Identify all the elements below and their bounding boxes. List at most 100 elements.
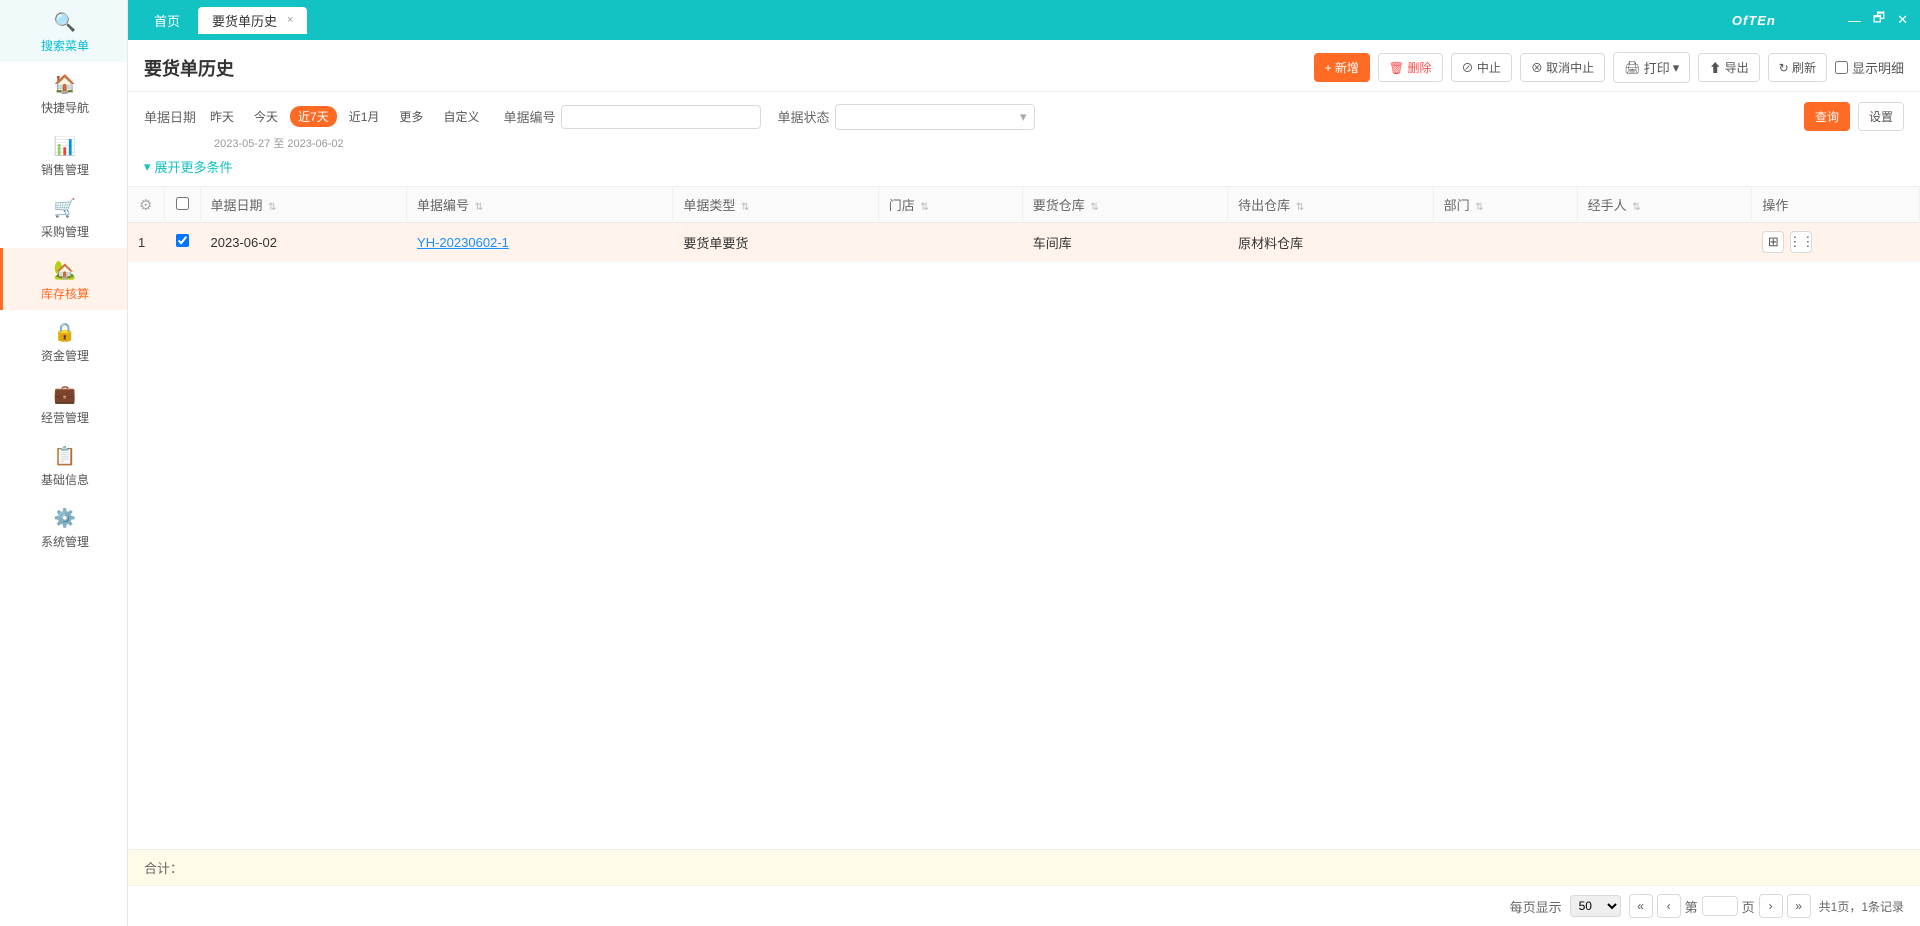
refresh-button[interactable]: ↻ 刷新 xyxy=(1768,53,1827,82)
row-dept xyxy=(1433,223,1577,262)
col-actions: 操作 xyxy=(1752,187,1920,223)
query-button[interactable]: 查询 xyxy=(1804,102,1850,131)
row-edit-btn[interactable]: ⊞ xyxy=(1762,231,1784,253)
delete-button[interactable]: 🗑 删除 xyxy=(1378,53,1443,82)
prev-page-btn[interactable]: ‹ xyxy=(1657,894,1681,918)
row-handler xyxy=(1577,223,1752,262)
sidebar-item-purchase[interactable]: 🛒采购管理 xyxy=(0,186,127,248)
purchase-label: 采购管理 xyxy=(41,223,89,240)
table-head: ⚙ 单据日期 ⇅ 单据编号 ⇅ 单据类型 ⇅ 门店 ⇅ 要货仓库 ⇅ 待出仓库 … xyxy=(128,187,1920,223)
row-more-btn[interactable]: ⋮⋮ xyxy=(1790,231,1812,253)
footer-total-label: 合计： xyxy=(144,861,183,876)
next-page-btn[interactable]: › xyxy=(1759,894,1783,918)
tab-active[interactable]: 要货单历史 × xyxy=(198,7,307,34)
sidebar-item-search-menu[interactable]: 🔍搜索菜单 xyxy=(0,0,127,62)
export-button[interactable]: ⬆ 导出 xyxy=(1698,53,1759,82)
data-table: ⚙ 单据日期 ⇅ 单据编号 ⇅ 单据类型 ⇅ 门店 ⇅ 要货仓库 ⇅ 待出仓库 … xyxy=(128,187,1920,262)
row-checkbox[interactable] xyxy=(176,234,189,247)
date-option-自定义[interactable]: 自定义 xyxy=(435,106,487,127)
restore-btn[interactable]: 🗗 xyxy=(1873,9,1885,31)
close-btn[interactable]: ✕ xyxy=(1897,12,1908,28)
page-input[interactable]: 1 xyxy=(1702,896,1738,916)
col-req-warehouse[interactable]: 要货仓库 ⇅ xyxy=(1022,187,1227,223)
inventory-label: 库存核算 xyxy=(41,285,89,302)
page-total: 共1页，1条记录 xyxy=(1819,898,1904,915)
table-area: ⚙ 单据日期 ⇅ 单据编号 ⇅ 单据类型 ⇅ 门店 ⇅ 要货仓库 ⇅ 待出仓库 … xyxy=(128,187,1920,849)
display-detail-label: 显示明细 xyxy=(1852,58,1904,77)
sort-store-icon: ⇅ xyxy=(920,202,928,213)
sidebar-item-finance[interactable]: 🔒资金管理 xyxy=(0,310,127,372)
topbar: 首页 要货单历史 × OfTEn — 🗗 ✕ xyxy=(128,0,1920,40)
status-label: 单据状态 xyxy=(777,107,829,126)
stop-button[interactable]: ⊘ 中止 xyxy=(1451,53,1512,82)
col-billno[interactable]: 单据编号 ⇅ xyxy=(407,187,673,223)
cancel-stop-button[interactable]: ⊗ 取消中止 xyxy=(1520,53,1605,82)
filter-area: 单据日期 昨天今天近7天近1月更多自定义 单据编号 单据状态 ▾ 查询 设置 xyxy=(128,92,1920,187)
toolbar: + 新增 🗑 删除 ⊘ 中止 ⊗ 取消中止 🖨 打印 ▾ ⬆ 导出 ↻ 刷新 显… xyxy=(1314,52,1904,83)
quick-nav-label: 快捷导航 xyxy=(41,99,89,116)
expand-icon: ▾ xyxy=(144,159,151,175)
status-select[interactable]: ▾ xyxy=(835,104,1035,130)
sidebar-item-base-info[interactable]: 📋 基础信息 xyxy=(0,434,127,496)
row-checkbox-cell xyxy=(164,223,200,262)
date-range-display: 2023-05-27 至 2023-06-02 xyxy=(214,138,344,150)
page-header: 要货单历史 + 新增 🗑 删除 ⊘ 中止 ⊗ 取消中止 🖨 打印 ▾ ⬆ 导出 … xyxy=(128,40,1920,92)
table-footer: 合计： xyxy=(128,849,1920,885)
col-store[interactable]: 门店 ⇅ xyxy=(878,187,1022,223)
date-option-昨天[interactable]: 昨天 xyxy=(202,106,242,127)
row-date: 2023-06-02 xyxy=(200,223,407,262)
settings-button[interactable]: 设置 xyxy=(1858,102,1904,131)
operations-label: 经营管理 xyxy=(41,409,89,426)
tab-home[interactable]: 首页 xyxy=(140,7,194,34)
page-label-after: 页 xyxy=(1742,897,1755,916)
date-option-更多[interactable]: 更多 xyxy=(391,106,431,127)
sidebar-item-quick-nav[interactable]: 🏠快捷导航 xyxy=(0,62,127,124)
col-handler[interactable]: 经手人 ⇅ xyxy=(1577,187,1752,223)
col-date[interactable]: 单据日期 ⇅ xyxy=(200,187,407,223)
row-actions: ⊞ ⋮⋮ xyxy=(1752,223,1920,262)
sidebar-item-operations[interactable]: 💼 经营管理 xyxy=(0,372,127,434)
col-dept[interactable]: 部门 ⇅ xyxy=(1433,187,1577,223)
table-header-row: ⚙ 单据日期 ⇅ 单据编号 ⇅ 单据类型 ⇅ 门店 ⇅ 要货仓库 ⇅ 待出仓库 … xyxy=(128,187,1920,223)
print-label: 打印 xyxy=(1644,58,1670,77)
operations-icon: 💼 xyxy=(54,384,76,405)
expand-label: 展开更多条件 xyxy=(155,157,233,176)
sort-handler-icon: ⇅ xyxy=(1632,202,1640,213)
select-all-checkbox[interactable] xyxy=(176,197,189,210)
filter-billno-group: 单据编号 xyxy=(503,105,761,129)
display-detail-checkbox[interactable] xyxy=(1835,61,1848,74)
sidebar-item-system[interactable]: ⚙️系统管理 xyxy=(0,496,127,558)
finance-label: 资金管理 xyxy=(41,347,89,364)
sidebar-item-inventory[interactable]: 🏡库存核算 xyxy=(0,248,127,310)
settings-cell: ⚙ xyxy=(128,187,164,223)
date-option-今天[interactable]: 今天 xyxy=(246,106,286,127)
base-info-label: 基础信息 xyxy=(41,471,89,488)
sort-date-icon: ⇅ xyxy=(268,202,276,213)
billno-input[interactable] xyxy=(561,105,761,129)
table-row: 1 2023-06-02 YH-20230602-1 要货单要货 车间库 原材料… xyxy=(128,223,1920,262)
col-billtype[interactable]: 单据类型 ⇅ xyxy=(673,187,878,223)
filter-row-1: 单据日期 昨天今天近7天近1月更多自定义 单据编号 单据状态 ▾ 查询 设置 xyxy=(144,102,1904,131)
col-pending-warehouse[interactable]: 待出仓库 ⇅ xyxy=(1228,187,1433,223)
page-size-select[interactable]: 50 100 200 xyxy=(1570,895,1621,917)
add-button[interactable]: + 新增 xyxy=(1314,53,1370,82)
pagination: 每页显示 50 100 200 « ‹ 第 1 页 › » 共1页，1条记录 xyxy=(128,885,1920,926)
minimize-btn[interactable]: — xyxy=(1848,13,1861,28)
first-page-btn[interactable]: « xyxy=(1629,894,1653,918)
sidebar-item-sales[interactable]: 📊销售管理 xyxy=(0,124,127,186)
display-detail-toggle[interactable]: 显示明细 xyxy=(1835,58,1904,77)
row-pending-warehouse: 原材料仓库 xyxy=(1228,223,1433,262)
sort-dept-icon: ⇅ xyxy=(1475,202,1483,213)
system-label: 系统管理 xyxy=(41,533,89,550)
print-button[interactable]: 🖨 打印 ▾ xyxy=(1613,52,1690,83)
tab-close-icon[interactable]: × xyxy=(287,14,293,26)
expand-more-btn[interactable]: ▾ 展开更多条件 xyxy=(144,157,1904,176)
table-settings-icon[interactable]: ⚙ xyxy=(139,197,152,214)
date-option-近7天[interactable]: 近7天 xyxy=(290,106,337,127)
last-page-btn[interactable]: » xyxy=(1787,894,1811,918)
page-label-before: 第 xyxy=(1685,897,1698,916)
search-menu-label: 搜索菜单 xyxy=(41,37,89,54)
base-info-icon: 📋 xyxy=(54,446,76,467)
row-bill-no[interactable]: YH-20230602-1 xyxy=(407,223,673,262)
date-option-近1月[interactable]: 近1月 xyxy=(341,106,388,127)
